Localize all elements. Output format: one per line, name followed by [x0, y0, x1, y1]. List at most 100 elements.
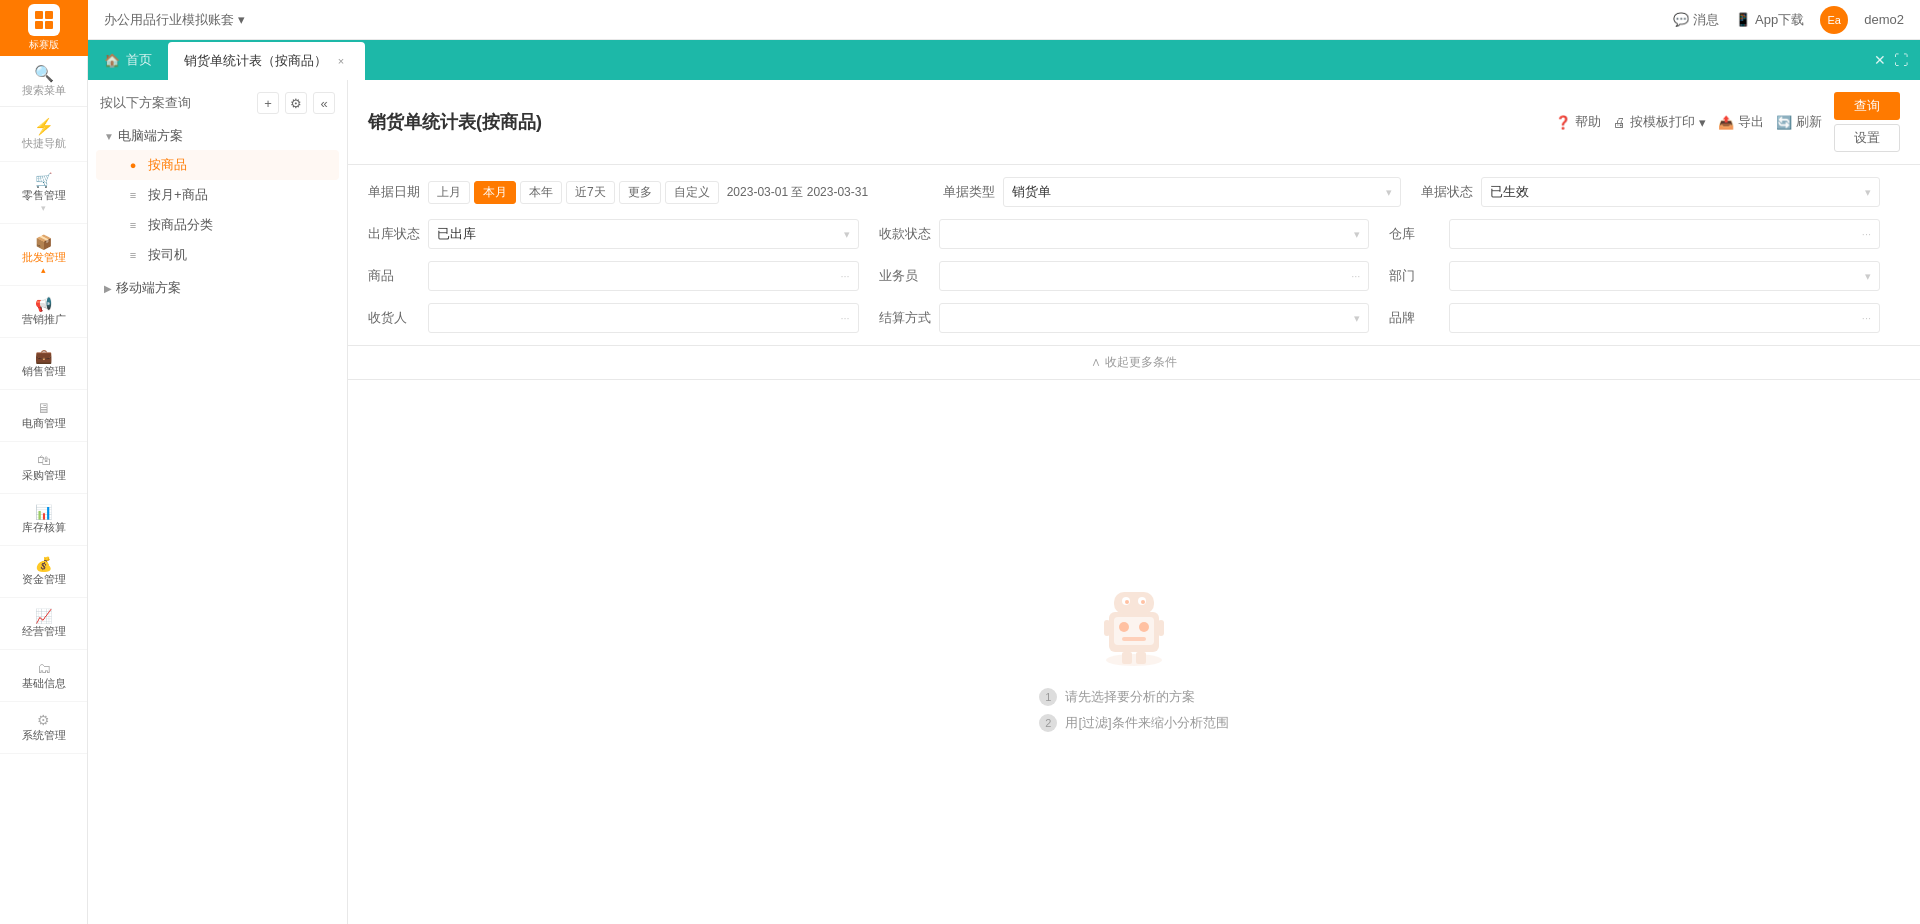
date-quick-btns: 上月 本月 本年 近7天 更多 自定义: [428, 181, 719, 204]
svg-rect-3: [45, 21, 53, 29]
warehouse-dots-icon: ···: [1862, 228, 1871, 240]
child-label-by-goods: 按商品: [148, 156, 187, 174]
salesperson-input[interactable]: ···: [939, 261, 1370, 291]
department-input[interactable]: ▾: [1449, 261, 1880, 291]
child-icon-by-cashier: ≡: [124, 246, 142, 264]
tree-child-by-goods[interactable]: ● 按商品: [96, 150, 339, 180]
page-header: 销货单统计表(按商品) ❓ 帮助 🖨 按模板打印 ▾ 📤: [348, 80, 1920, 165]
goods-input[interactable]: ···: [428, 261, 859, 291]
user-name[interactable]: demo2: [1864, 12, 1904, 27]
tree-child-by-month-goods[interactable]: ≡ 按月+商品: [96, 180, 339, 210]
sidebar-item-finance[interactable]: 💰 资金管理: [0, 546, 87, 598]
payment-method-dropdown-icon: ▾: [1354, 312, 1360, 325]
tab-close-window-btn[interactable]: ✕: [1874, 52, 1886, 68]
sidebar-item-purchase[interactable]: 🛍 采购管理: [0, 442, 87, 494]
collapse-label: ∧ 收起更多条件: [1091, 354, 1176, 371]
department-dropdown-icon: ▾: [1865, 270, 1871, 283]
tree-child-by-cashier[interactable]: ≡ 按司机: [96, 240, 339, 270]
logo-icon: [28, 4, 60, 36]
message-btn[interactable]: 💬 消息: [1673, 11, 1719, 29]
empty-tip-1: 1 请先选择要分析的方案: [1039, 688, 1228, 706]
topbar-right: 💬 消息 📱 App下载 Ea demo2: [1673, 6, 1904, 34]
help-btn[interactable]: ❓ 帮助: [1555, 113, 1601, 131]
tab-sales-label: 销货单统计表（按商品）: [184, 52, 327, 70]
app-name: 办公用品行业模拟账套: [104, 11, 234, 29]
tabbar: 🏠 首页 销货单统计表（按商品） × ✕ ⛶: [88, 40, 1920, 80]
svg-rect-9: [1122, 637, 1146, 641]
filter-recipient: 收货人 ···: [368, 303, 879, 333]
tab-maximize-btn[interactable]: ⛶: [1894, 52, 1908, 68]
sidebar-item-system[interactable]: ⚙ 系统管理: [0, 702, 87, 754]
payment-method-input[interactable]: ▾: [939, 303, 1370, 333]
recipient-input[interactable]: ···: [428, 303, 859, 333]
doc-type-input[interactable]: 销货单 ▾: [1003, 177, 1402, 207]
refresh-btn[interactable]: 🔄 刷新: [1776, 113, 1822, 131]
left-panel-header: 按以下方案查询 + ⚙ «: [88, 92, 347, 122]
collapse-panel-btn[interactable]: «: [313, 92, 335, 114]
sidebar-item-basic[interactable]: 🗂 基础信息: [0, 650, 87, 702]
sidebar-item-operations[interactable]: 📈 经营管理: [0, 598, 87, 650]
right-panel: 销货单统计表(按商品) ❓ 帮助 🖨 按模板打印 ▾ 📤: [348, 80, 1920, 924]
sidebar-item-retail[interactable]: 🛒 零售管理 ▾: [0, 162, 87, 224]
filter-row-1: 单据日期 上月 本月 本年 近7天 更多 自定义 2023-03-01 至 20…: [368, 177, 1900, 207]
settings-scheme-btn[interactable]: ⚙: [285, 92, 307, 114]
export-btn[interactable]: 📤 导出: [1718, 113, 1764, 131]
svg-rect-13: [1136, 652, 1146, 664]
doc-status-label: 单据状态: [1421, 183, 1481, 201]
recipient-dots-icon: ···: [841, 312, 850, 324]
filter-warehouse: 仓库 ···: [1389, 219, 1900, 249]
quick-nav-item[interactable]: ⚡ 快捷导航: [0, 107, 87, 162]
department-label: 部门: [1389, 267, 1449, 285]
tab-close-btn[interactable]: ×: [333, 53, 349, 69]
date-btn-more[interactable]: 更多: [619, 181, 661, 204]
date-btn-this-month[interactable]: 本月: [474, 181, 516, 204]
collapse-conditions-bar[interactable]: ∧ 收起更多条件: [348, 346, 1920, 380]
settings-btn[interactable]: 设置: [1834, 124, 1900, 152]
child-label-by-month: 按月+商品: [148, 186, 208, 204]
date-range-display: 2023-03-01 至 2023-03-31: [727, 184, 868, 201]
sidebar-item-marketing[interactable]: 📢 营销推广: [0, 286, 87, 338]
tree-parent-mobile[interactable]: ▶ 移动端方案: [96, 274, 339, 302]
print-btn[interactable]: 🖨 按模板打印 ▾: [1613, 113, 1706, 131]
search-menu-item[interactable]: 🔍 搜索菜单: [0, 56, 87, 107]
content-area: 按以下方案查询 + ⚙ « ▼ 电脑端方案 ● 按商品 ≡ 按月+: [88, 80, 1920, 924]
filter-row-3: 商品 ··· 业务员 ··· 部门: [368, 261, 1900, 291]
goods-label: 商品: [368, 267, 428, 285]
out-status-input[interactable]: 已出库 ▾: [428, 219, 859, 249]
warehouse-input[interactable]: ···: [1449, 219, 1880, 249]
help-icon: ❓: [1555, 115, 1571, 130]
empty-illustration: [1084, 572, 1184, 672]
filter-date: 单据日期 上月 本月 本年 近7天 更多 自定义 2023-03-01 至 20…: [368, 181, 943, 204]
date-btn-7days[interactable]: 近7天: [566, 181, 615, 204]
filter-out-status: 出库状态 已出库 ▾: [368, 219, 879, 249]
svg-point-18: [1141, 600, 1145, 604]
doc-status-value: 已生效: [1490, 183, 1529, 201]
tab-home[interactable]: 🏠 首页: [88, 40, 168, 80]
tree-parent-pc[interactable]: ▼ 电脑端方案: [96, 122, 339, 150]
user-avatar[interactable]: Ea: [1820, 6, 1848, 34]
panel-header-label: 按以下方案查询: [100, 94, 191, 112]
filter-payment-method: 结算方式 ▾: [879, 303, 1390, 333]
doc-status-input[interactable]: 已生效 ▾: [1481, 177, 1880, 207]
query-btn[interactable]: 查询: [1834, 92, 1900, 120]
app-selector[interactable]: 办公用品行业模拟账套 ▾: [104, 11, 245, 29]
sidebar-item-inventory[interactable]: 📊 库存核算: [0, 494, 87, 546]
sidebar-item-wholesale[interactable]: 📦 批发管理 ▴: [0, 224, 87, 286]
add-scheme-btn[interactable]: +: [257, 92, 279, 114]
recipient-label: 收货人: [368, 309, 428, 327]
date-btn-this-year[interactable]: 本年: [520, 181, 562, 204]
sidebar-item-sales[interactable]: 💼 销售管理: [0, 338, 87, 390]
download-icon: 📱: [1735, 12, 1751, 27]
date-btn-custom[interactable]: 自定义: [665, 181, 719, 204]
date-btn-last-month[interactable]: 上月: [428, 181, 470, 204]
tree-arrow-pc: ▼: [104, 131, 114, 142]
sidebar: 标赛版 🔍 搜索菜单 ⚡ 快捷导航 🛒 零售管理 ▾ 📦 批发管理 ▴ 📢 营销…: [0, 0, 88, 924]
tip-2-num: 2: [1039, 714, 1057, 732]
app-logo[interactable]: 标赛版: [0, 0, 88, 56]
app-download-btn[interactable]: 📱 App下载: [1735, 11, 1804, 29]
sidebar-item-ecommerce[interactable]: 🖥 电商管理: [0, 390, 87, 442]
payment-status-input[interactable]: ▾: [939, 219, 1370, 249]
tab-sales-stat[interactable]: 销货单统计表（按商品） ×: [168, 42, 365, 80]
brand-input[interactable]: ···: [1449, 303, 1880, 333]
tree-child-by-category[interactable]: ≡ 按商品分类: [96, 210, 339, 240]
